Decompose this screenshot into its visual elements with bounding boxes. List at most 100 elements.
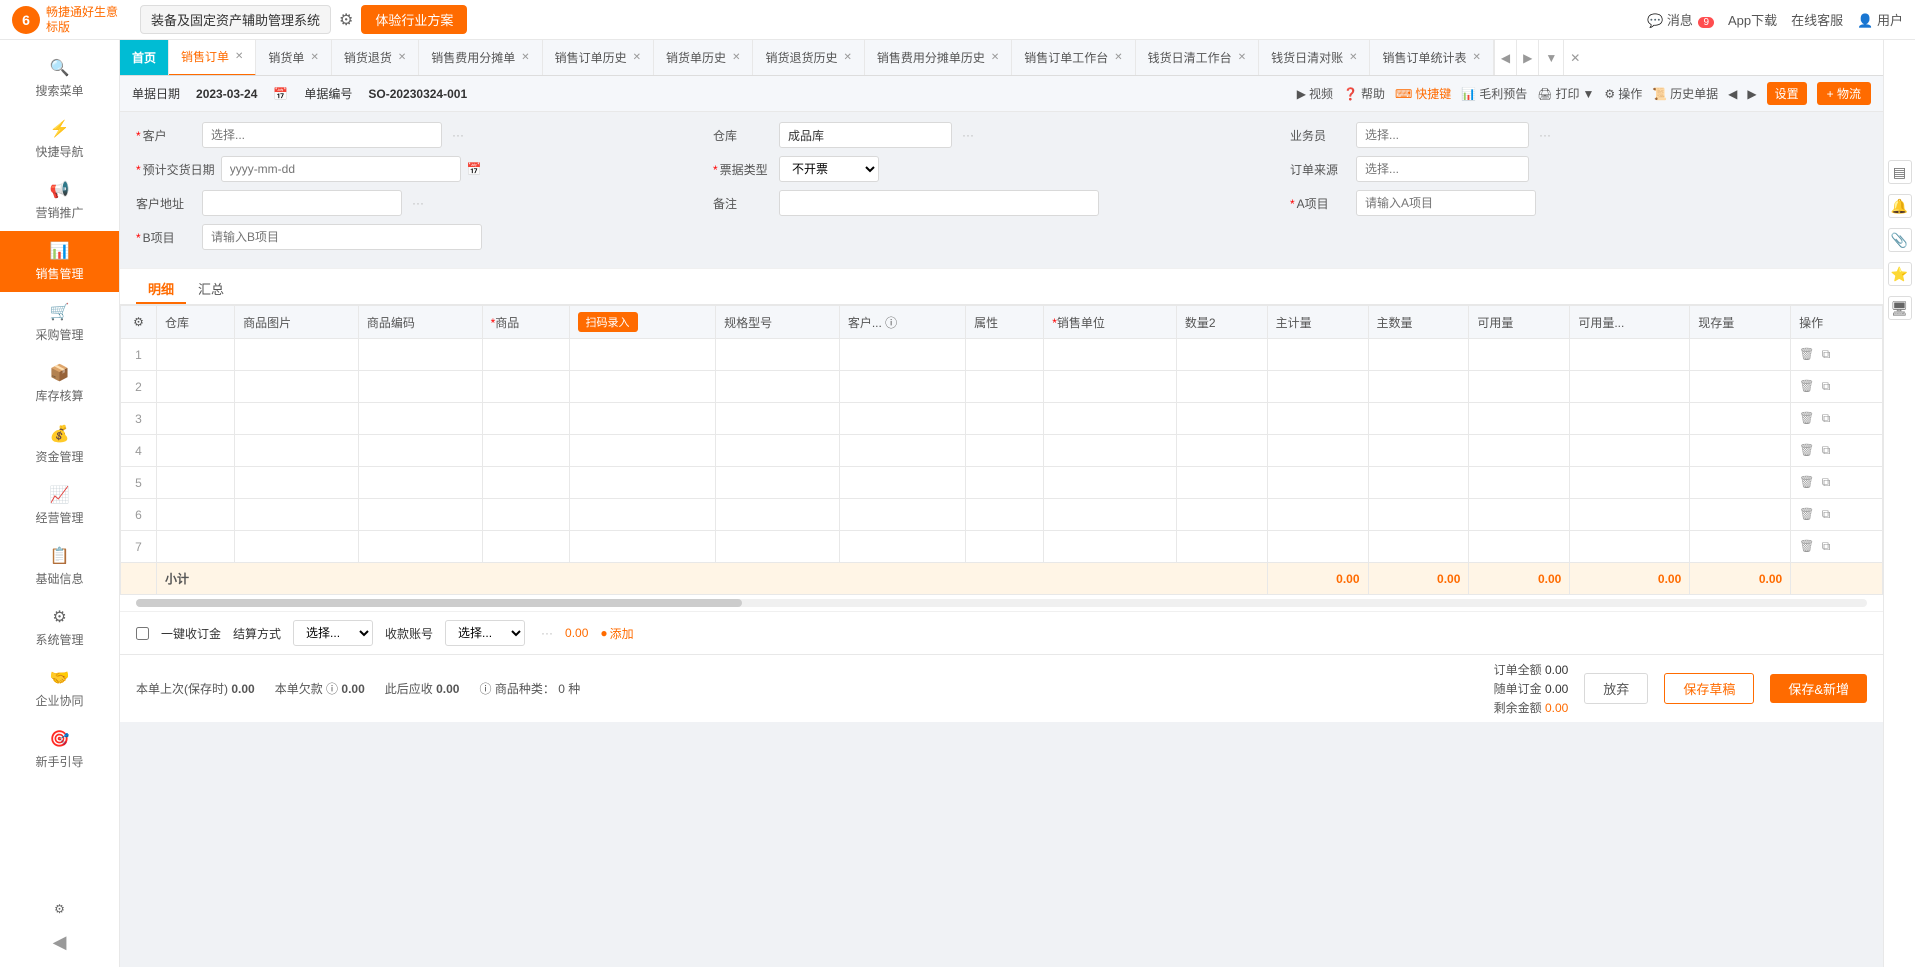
th-customer-code[interactable]: 客户... ⓘ [839,306,965,339]
row-code-4[interactable] [358,435,482,467]
save-draft-button[interactable]: 保存草稿 [1664,673,1754,704]
row-code-6[interactable] [358,499,482,531]
row-main-unit-3[interactable] [1267,403,1368,435]
row-main-qty-5[interactable] [1368,467,1469,499]
tab-close-daily-reconcile[interactable]: ✕ [1349,52,1357,63]
customer-input[interactable] [202,122,442,148]
row-attribute-4[interactable] [966,435,1044,467]
row-main-qty-3[interactable] [1368,403,1469,435]
b-project-input[interactable] [202,224,482,250]
row-customer-code-6[interactable] [839,499,965,531]
row-main-qty-6[interactable] [1368,499,1469,531]
th-current[interactable]: 现存量 [1690,306,1791,339]
row-warehouse-1[interactable] [157,339,235,371]
row-image-1[interactable] [235,339,359,371]
row-available2-4[interactable] [1570,435,1690,467]
row-current-6[interactable] [1690,499,1791,531]
sub-tab-summary[interactable]: 汇总 [186,275,236,304]
right-panel-btn2[interactable]: 🔔 [1888,194,1912,218]
row-image-2[interactable] [235,371,359,403]
order-source-input[interactable] [1356,156,1529,182]
row-main-unit-1[interactable] [1267,339,1368,371]
row-product-6[interactable] [482,499,569,531]
row-unit-6[interactable] [1044,499,1177,531]
row-image-6[interactable] [235,499,359,531]
row-copy-4[interactable]: ⧉ [1822,443,1831,457]
row-customer-code-5[interactable] [839,467,965,499]
view-btn[interactable]: ▶ 视频 [1297,85,1333,102]
tab-close-order-workbench[interactable]: ✕ [1114,52,1122,63]
row-warehouse-7[interactable] [157,531,235,563]
row-delete-4[interactable]: 🗑 [1799,443,1814,457]
row-delete-3[interactable]: 🗑 [1799,411,1814,425]
row-main-unit-2[interactable] [1267,371,1368,403]
print-btn[interactable]: 🖨 打印 ▼ [1537,85,1594,102]
warehouse-input[interactable] [779,122,952,148]
row-available-4[interactable] [1469,435,1570,467]
sidebar-item-basic[interactable]: 📋 基础信息 [0,536,119,597]
row-image-3[interactable] [235,403,359,435]
row-spec-1[interactable] [716,339,840,371]
right-panel-btn1[interactable]: ▤ [1888,160,1912,184]
row-code-5[interactable] [358,467,482,499]
row-product-5[interactable] [482,467,569,499]
row-main-unit-7[interactable] [1267,531,1368,563]
row-customer-code-7[interactable] [839,531,965,563]
row-copy-6[interactable]: ⧉ [1822,507,1831,521]
th-image[interactable]: 商品图片 [235,306,359,339]
row-warehouse-4[interactable] [157,435,235,467]
sidebar-item-inventory[interactable]: 📦 库存核算 [0,353,119,414]
row-unit-2[interactable] [1044,371,1177,403]
th-main-qty[interactable]: 主数量 [1368,306,1469,339]
row-code-1[interactable] [358,339,482,371]
row-image-4[interactable] [235,435,359,467]
row-current-5[interactable] [1690,467,1791,499]
tab-return-history[interactable]: 销货退货历史 ✕ [753,40,864,76]
row-delete-1[interactable]: 🗑 [1799,347,1814,361]
row-available-1[interactable] [1469,339,1570,371]
row-main-qty-4[interactable] [1368,435,1469,467]
row-available2-3[interactable] [1570,403,1690,435]
tab-sales-goods[interactable]: 销货单 ✕ [256,40,331,76]
tab-goods-history[interactable]: 销货单历史 ✕ [654,40,753,76]
row-available-6[interactable] [1469,499,1570,531]
one-click-checkbox[interactable] [136,627,149,640]
sidebar-item-quicknav[interactable]: ⚡ 快捷导航 [0,109,119,170]
right-panel-btn3[interactable]: 📎 [1888,228,1912,252]
address-input[interactable] [202,190,402,216]
operate-btn[interactable]: ⚙ 操作 [1604,85,1642,102]
row-qty2-6[interactable] [1176,499,1267,531]
row-qty2-3[interactable] [1176,403,1267,435]
row-main-unit-6[interactable] [1267,499,1368,531]
sidebar-item-collab[interactable]: 🤝 企业协同 [0,658,119,719]
row-current-2[interactable] [1690,371,1791,403]
customer-more-icon[interactable]: ··· [452,128,464,142]
sidebar-item-marketing[interactable]: 📢 营销推广 [0,170,119,231]
calendar-icon[interactable]: 📅 [273,87,288,101]
staff-more-icon[interactable]: ··· [1539,128,1551,142]
row-image-5[interactable] [235,467,359,499]
row-available2-2[interactable] [1570,371,1690,403]
row-available2-7[interactable] [1570,531,1690,563]
save-new-button[interactable]: 保存&新增 [1770,674,1867,703]
row-spec-4[interactable] [716,435,840,467]
tab-nav-menu[interactable]: ▼ [1538,40,1563,76]
sidebar-item-sales[interactable]: 📊 销售管理 [0,231,119,292]
system-title[interactable]: 装备及固定资产辅助管理系统 [140,5,331,34]
th-code[interactable]: 商品编码 [358,306,482,339]
tab-order-workbench[interactable]: 销售订单工作台 ✕ [1012,40,1135,76]
delivery-input[interactable] [221,156,461,182]
row-current-1[interactable] [1690,339,1791,371]
sidebar-item-finance[interactable]: 💰 资金管理 [0,414,119,475]
row-warehouse-3[interactable] [157,403,235,435]
tab-close-order-history[interactable]: ✕ [633,52,641,63]
row-attribute-5[interactable] [966,467,1044,499]
tab-close-daily-workbench[interactable]: ✕ [1238,52,1246,63]
tab-sales-order[interactable]: 销售订单 ✕ [169,40,256,76]
message-icon[interactable]: 💬 消息 9 [1647,10,1714,29]
th-spec[interactable]: 规格型号 [716,306,840,339]
row-current-7[interactable] [1690,531,1791,563]
row-code-7[interactable] [358,531,482,563]
tab-nav-next[interactable]: ▶ [1516,40,1538,76]
row-delete-7[interactable]: 🗑 [1799,539,1814,553]
